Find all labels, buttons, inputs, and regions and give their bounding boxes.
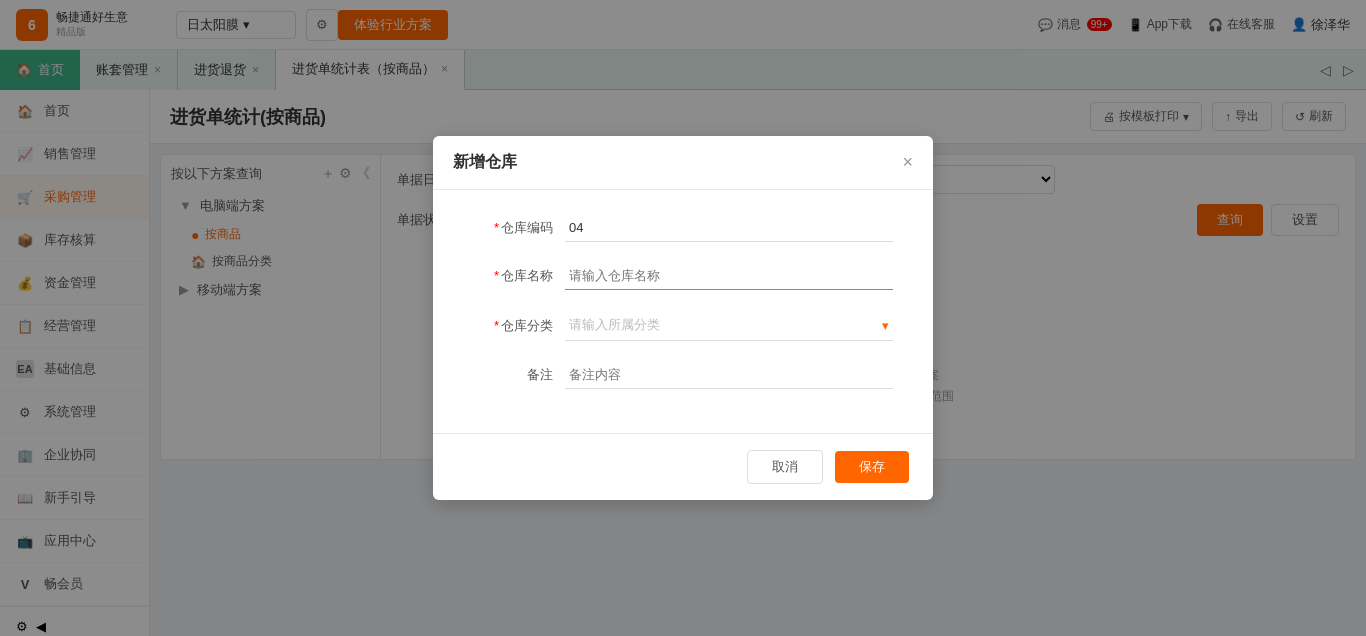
modal-body: 仓库编码 仓库名称 仓库分类 请输入所属分类 ▾ 备注	[433, 190, 933, 433]
modal-title: 新增仓库	[453, 152, 517, 173]
modal-close-button[interactable]: ×	[902, 152, 913, 173]
modal-header: 新增仓库 ×	[433, 136, 933, 190]
category-arrow-icon: ▾	[882, 318, 889, 333]
category-select[interactable]: 请输入所属分类 ▾	[565, 310, 893, 341]
modal-overlay: 新增仓库 × 仓库编码 仓库名称 仓库分类 请输入所属分类 ▾	[0, 0, 1366, 636]
remark-label: 备注	[473, 366, 553, 384]
code-field-row: 仓库编码	[473, 214, 893, 242]
remark-field-row: 备注	[473, 361, 893, 389]
name-field-row: 仓库名称	[473, 262, 893, 290]
category-placeholder: 请输入所属分类	[569, 316, 882, 334]
remark-input[interactable]	[565, 361, 893, 389]
code-label: 仓库编码	[473, 219, 553, 237]
category-field-row: 仓库分类 请输入所属分类 ▾	[473, 310, 893, 341]
cancel-button[interactable]: 取消	[747, 450, 823, 484]
category-label: 仓库分类	[473, 317, 553, 335]
add-warehouse-modal: 新增仓库 × 仓库编码 仓库名称 仓库分类 请输入所属分类 ▾	[433, 136, 933, 500]
save-button[interactable]: 保存	[835, 451, 909, 483]
code-input[interactable]	[565, 214, 893, 242]
modal-footer: 取消 保存	[433, 433, 933, 500]
name-input[interactable]	[565, 262, 893, 290]
name-label: 仓库名称	[473, 267, 553, 285]
